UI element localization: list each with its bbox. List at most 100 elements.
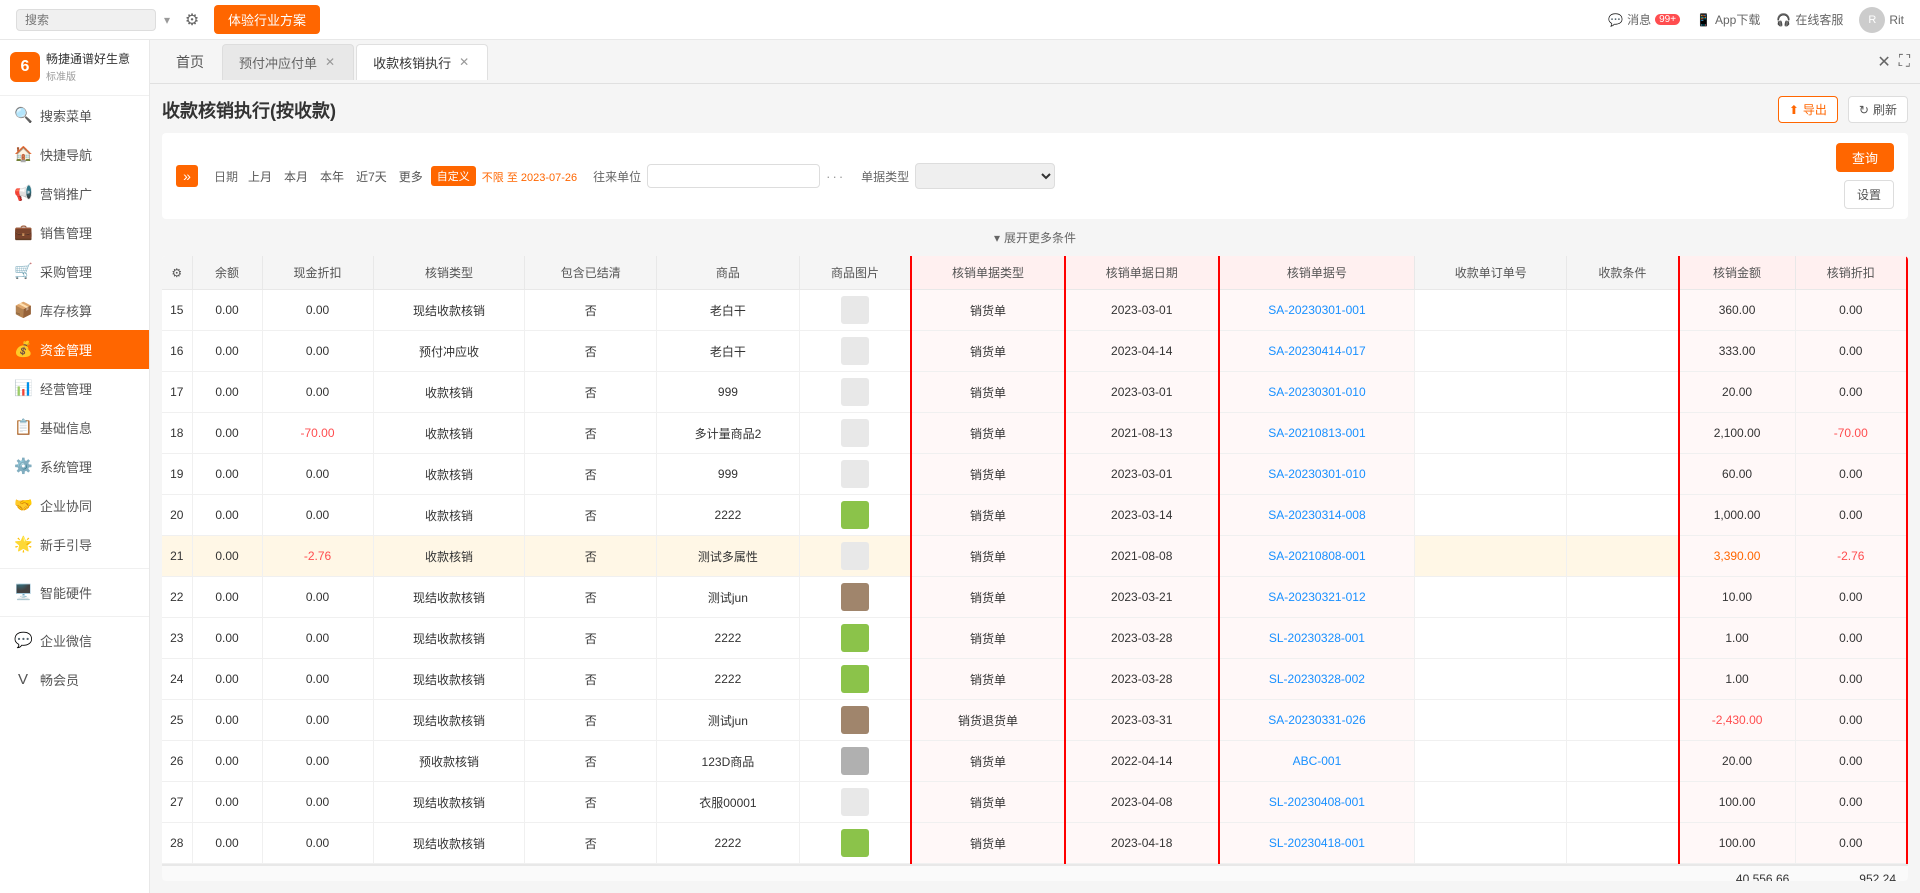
bill-no-link[interactable]: SA-20230314-008 (1268, 508, 1365, 522)
cell-amount: 3,390.00 (1679, 536, 1795, 577)
expand-more-button[interactable]: ▾ 展开更多条件 (994, 229, 1076, 246)
bill-no-link[interactable]: SA-20230331-026 (1268, 713, 1365, 727)
cell-bill-date: 2023-04-18 (1065, 823, 1219, 864)
sidebar-item-business[interactable]: 📊经营管理 (0, 369, 149, 408)
cell-condition (1567, 290, 1679, 331)
cell-include-settled: 否 (525, 700, 656, 741)
date-btn-this-year[interactable]: 本年 (316, 166, 348, 187)
voucher-type-select[interactable] (915, 163, 1055, 189)
bill-no-link[interactable]: SA-20210813-001 (1268, 426, 1365, 440)
cell-no: 24 (162, 659, 192, 700)
tab-maximize-button[interactable]: ⛶ (1899, 53, 1910, 71)
table-row: 16 0.00 0.00 预付冲应收 否 老白干 销货单 2023-04-14 … (162, 331, 1907, 372)
bill-no-link[interactable]: SL-20230328-002 (1269, 672, 1365, 686)
cell-amount: 2,100.00 (1679, 413, 1795, 454)
cell-product: 测试多属性 (656, 536, 799, 577)
cell-no: 26 (162, 741, 192, 782)
cell-discount: -70.00 (1795, 413, 1907, 454)
table-row: 15 0.00 0.00 现结收款核销 否 老白干 销货单 2023-03-01… (162, 290, 1907, 331)
cell-order-no (1415, 454, 1567, 495)
col-settings[interactable]: ⚙ (162, 256, 192, 290)
cell-bill-date: 2023-04-08 (1065, 782, 1219, 823)
date-btn-7days[interactable]: 近7天 (352, 166, 391, 187)
user-item[interactable]: R Rit (1859, 7, 1904, 33)
sidebar-item-system[interactable]: ⚙️ 系统管理 (0, 447, 149, 486)
hardware-icon: 🖥️ (14, 583, 32, 601)
settings-button[interactable]: 设置 (1844, 180, 1894, 209)
sidebar: 6 畅捷通谱好生意 标准版 🔍搜索菜单🏠快捷导航📢营销推广💼销售管理🛒采购管理📦… (0, 40, 150, 893)
filter-counterparty-group: 往来单位 ··· (593, 164, 845, 188)
sidebar-item-quick[interactable]: 🏠快捷导航 (0, 135, 149, 174)
tab-close-all-button[interactable]: ✕ (1877, 52, 1890, 72)
message-item[interactable]: 💬 消息 99+ (1608, 11, 1680, 28)
tab-prepay[interactable]: 预付冲应付单 ✕ (222, 44, 354, 80)
app-download-item[interactable]: 📱 App下载 (1696, 11, 1760, 28)
bill-no-link[interactable]: SA-20230301-001 (1268, 303, 1365, 317)
col-discount: 核销折扣 (1795, 256, 1907, 290)
cell-order-no (1415, 782, 1567, 823)
avatar: R (1859, 7, 1885, 33)
counterparty-input[interactable] (647, 164, 820, 188)
bill-no-link[interactable]: SL-20230418-001 (1269, 836, 1365, 850)
cell-amount: 1.00 (1679, 618, 1795, 659)
bill-no-link[interactable]: SA-20230321-012 (1268, 590, 1365, 604)
filter-collapse-button[interactable]: » (176, 165, 198, 187)
sidebar-item-sales[interactable]: 💼销售管理 (0, 213, 149, 252)
cell-bill-type: 销货单 (911, 495, 1065, 536)
sidebar-item-wechat[interactable]: 💬企业微信 (0, 621, 149, 660)
col-condition: 收款条件 (1567, 256, 1679, 290)
sidebar-item-guide[interactable]: 🌟新手引导 (0, 525, 149, 564)
cell-no: 17 (162, 372, 192, 413)
cell-bill-no: SL-20230408-001 (1219, 782, 1415, 823)
gear-icon[interactable]: ⚙ (178, 6, 206, 34)
sidebar-item-finance[interactable]: 💰资金管理 (0, 330, 149, 369)
search-input[interactable] (16, 9, 156, 31)
date-btn-more[interactable]: 更多 (395, 166, 427, 187)
dropdown-chevron[interactable]: ▾ (164, 13, 170, 27)
export-button[interactable]: ⬆ 导出 (1778, 96, 1838, 123)
cell-bill-type: 销货单 (911, 454, 1065, 495)
service-item[interactable]: 🎧 在线客服 (1776, 11, 1843, 28)
sidebar-item-basic[interactable]: 📋基础信息 (0, 408, 149, 447)
app-icon: 📱 (1696, 13, 1711, 27)
sidebar-item-hardware[interactable]: 🖥️智能硬件 (0, 573, 149, 612)
system-icon: ⚙️ (14, 457, 32, 475)
cell-bill-type: 销货单 (911, 290, 1065, 331)
sidebar-item-corp[interactable]: 🤝企业协同 (0, 486, 149, 525)
date-btn-last-month[interactable]: 上月 (244, 166, 276, 187)
tab-home[interactable]: 首页 (160, 44, 220, 80)
sidebar-item-purchase[interactable]: 🛒采购管理 (0, 252, 149, 291)
bill-no-link[interactable]: SL-20230408-001 (1269, 795, 1365, 809)
date-btn-this-month[interactable]: 本月 (280, 166, 312, 187)
cell-include-settled: 否 (525, 659, 656, 700)
bill-no-link[interactable]: SA-20210808-001 (1268, 549, 1365, 563)
bill-no-link[interactable]: SA-20230414-017 (1268, 344, 1365, 358)
cell-bill-no: SL-20230418-001 (1219, 823, 1415, 864)
sidebar-item-search[interactable]: 🔍搜索菜单 (0, 96, 149, 135)
cell-amount: 1,000.00 (1679, 495, 1795, 536)
tab-receipt-close[interactable]: ✕ (457, 55, 471, 69)
cell-include-settled: 否 (525, 741, 656, 782)
sidebar-item-inventory[interactable]: 📦库存核算 (0, 291, 149, 330)
cell-amount: 360.00 (1679, 290, 1795, 331)
tab-prepay-close[interactable]: ✕ (323, 55, 337, 69)
cell-discount: 0.00 (1795, 782, 1907, 823)
sidebar-item-label-search: 搜索菜单 (40, 106, 92, 125)
bill-no-link[interactable]: ABC-001 (1293, 754, 1342, 768)
cell-balance: 0.00 (192, 413, 262, 454)
sidebar-item-label-system: 系统管理 (40, 457, 92, 476)
sidebar-item-member[interactable]: V畅会员 (0, 660, 149, 699)
refresh-button[interactable]: ↻ 刷新 (1848, 96, 1908, 123)
cell-discount: 0.00 (1795, 577, 1907, 618)
tab-receipt[interactable]: 收款核销执行 ✕ (356, 44, 488, 80)
cell-bill-no: SA-20210808-001 (1219, 536, 1415, 577)
cell-cash-discount: 0.00 (262, 782, 373, 823)
date-custom-button[interactable]: 自定义 (431, 166, 476, 186)
cell-product-img (799, 331, 911, 372)
solution-button[interactable]: 体验行业方案 (214, 5, 320, 34)
bill-no-link[interactable]: SA-20230301-010 (1268, 467, 1365, 481)
bill-no-link[interactable]: SL-20230328-001 (1269, 631, 1365, 645)
query-button[interactable]: 查询 (1836, 143, 1894, 172)
bill-no-link[interactable]: SA-20230301-010 (1268, 385, 1365, 399)
sidebar-item-marketing[interactable]: 📢营销推广 (0, 174, 149, 213)
